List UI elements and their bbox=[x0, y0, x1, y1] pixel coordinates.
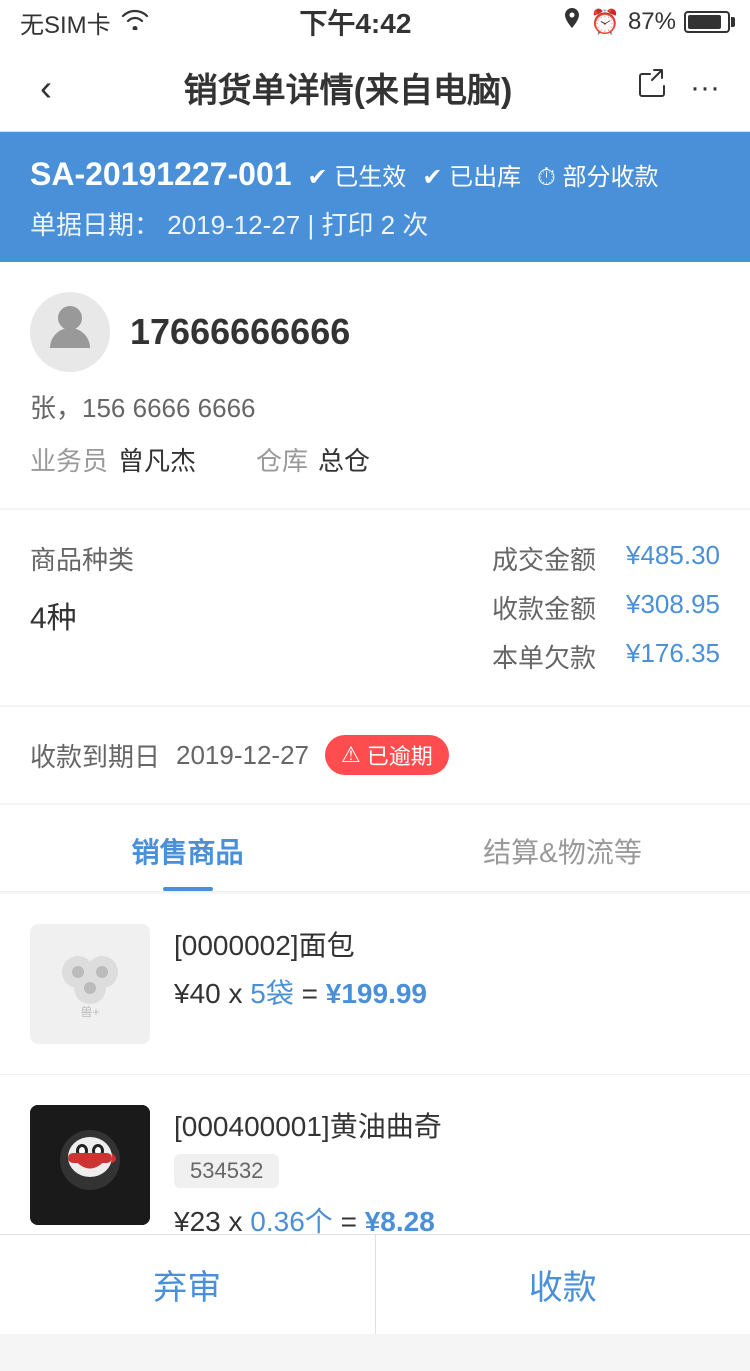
tabs: 销售商品 结算&物流等 bbox=[0, 805, 750, 892]
summary-left: 商品种类 4种 bbox=[30, 540, 134, 675]
tab-settlement[interactable]: 结算&物流等 bbox=[375, 805, 750, 891]
overdue-badge: ⚠ 已逾期 bbox=[325, 735, 449, 775]
battery-percent: 87% bbox=[628, 8, 676, 36]
location-icon bbox=[562, 8, 582, 37]
nav-bar: ‹ 销货单详情(来自电脑) ··· bbox=[0, 44, 750, 132]
summary-section: 商品种类 4种 成交金额 ¥485.30 收款金额 ¥308.95 本单欠款 ¥… bbox=[0, 510, 750, 705]
due-label: 收款到期日 bbox=[30, 737, 160, 774]
svg-text:兽+: 兽+ bbox=[80, 1005, 99, 1019]
status-left: 无SIM卡 bbox=[20, 5, 149, 40]
warehouse-value: 总仓 bbox=[318, 441, 370, 478]
date-label: 单据日期： bbox=[30, 210, 160, 240]
tabs-section: 销售商品 结算&物流等 bbox=[0, 805, 750, 892]
product-info-2: [000400001]黄油曲奇 534532 ¥23 x 0.36个 = ¥8.… bbox=[174, 1105, 720, 1240]
product-unit-price-1: ¥40 bbox=[174, 978, 221, 1009]
warehouse-label: 仓库 bbox=[256, 441, 308, 478]
product-info-1: [0000002]面包 ¥40 x 5袋 = ¥199.99 bbox=[174, 924, 720, 1012]
products-section: 兽+ [0000002]面包 ¥40 x 5袋 = ¥199.99 bbox=[0, 894, 750, 1271]
tab-products-label: 销售商品 bbox=[131, 837, 243, 868]
customer-info: 业务员 曾凡杰 仓库 总仓 bbox=[30, 441, 720, 478]
reject-label: 弃审 bbox=[153, 1260, 221, 1309]
back-button[interactable]: ‹ bbox=[30, 57, 62, 119]
product-total-2: ¥8.28 bbox=[365, 1206, 435, 1237]
deal-label: 成交金额 bbox=[492, 540, 596, 577]
salesperson-value: 曾凡杰 bbox=[118, 441, 196, 478]
sim-status: 无SIM卡 bbox=[20, 5, 111, 40]
more-icon[interactable]: ··· bbox=[690, 71, 720, 105]
avatar-icon bbox=[40, 296, 100, 368]
received-label: 收款金额 bbox=[492, 589, 596, 626]
product-name-2: [000400001]黄油曲奇 bbox=[174, 1105, 720, 1145]
product-total-1: ¥199.99 bbox=[326, 978, 427, 1009]
customer-section: 17666666666 张，156 6666 6666 业务员 曾凡杰 仓库 总… bbox=[0, 262, 750, 508]
avatar bbox=[30, 292, 110, 372]
due-date-value: 2019-12-27 bbox=[176, 740, 309, 771]
deal-amount: ¥485.30 bbox=[626, 540, 720, 577]
owed-label: 本单欠款 bbox=[492, 638, 596, 675]
deal-amount-row: 成交金额 ¥485.30 bbox=[492, 540, 720, 577]
product-sku-2: 534532 bbox=[174, 1153, 720, 1200]
order-id: SA-20191227-001 bbox=[30, 156, 292, 193]
status-time: 下午4:42 bbox=[299, 2, 411, 42]
product-item: 兽+ [0000002]面包 ¥40 x 5袋 = ¥199.99 bbox=[0, 894, 750, 1075]
nav-actions: ··· bbox=[634, 66, 720, 110]
product-qty-1: 5袋 bbox=[250, 978, 294, 1009]
bottom-bar: 弃审 收款 bbox=[0, 1234, 750, 1334]
page-title: 销货单详情(来自电脑) bbox=[184, 63, 513, 112]
product-type-label: 商品种类 bbox=[30, 540, 134, 577]
status-effective: ✔ 已生效 bbox=[308, 157, 407, 192]
order-header: SA-20191227-001 ✔ 已生效 ✔ 已出库 ⏱ 部分收款 单据日期：… bbox=[0, 132, 750, 262]
product-name-1: [0000002]面包 bbox=[174, 924, 720, 964]
date-value: 2019-12-27 bbox=[167, 210, 300, 240]
order-date: 单据日期： 2019-12-27 | 打印 2 次 bbox=[30, 205, 720, 242]
print-info: | 打印 2 次 bbox=[307, 210, 428, 240]
due-section: 收款到期日 2019-12-27 ⚠ 已逾期 bbox=[0, 707, 750, 803]
warehouse-info: 仓库 总仓 bbox=[256, 441, 370, 478]
reject-button[interactable]: 弃审 bbox=[0, 1235, 376, 1334]
owed-amount-row: 本单欠款 ¥176.35 bbox=[492, 638, 720, 675]
customer-sub-info: 张，156 6666 6666 bbox=[30, 388, 720, 425]
overdue-icon: ⚠ bbox=[341, 742, 361, 768]
received-amount: ¥308.95 bbox=[626, 589, 720, 626]
salesperson-info: 业务员 曾凡杰 bbox=[30, 441, 196, 478]
alarm-icon: ⏰ bbox=[590, 8, 620, 37]
collect-label: 收款 bbox=[529, 1260, 597, 1309]
product-qty-2: 0.36个 bbox=[250, 1206, 333, 1237]
product-unit-price-2: ¥23 bbox=[174, 1206, 221, 1237]
status-right: ⏰ 87% bbox=[562, 8, 730, 37]
owed-amount: ¥176.35 bbox=[626, 638, 720, 675]
product-type-count: 4种 bbox=[30, 602, 77, 635]
share-icon[interactable] bbox=[634, 66, 670, 110]
product-price-1: ¥40 x 5袋 = ¥199.99 bbox=[174, 972, 720, 1012]
product-placeholder-1: 兽+ bbox=[30, 924, 150, 1044]
received-amount-row: 收款金额 ¥308.95 bbox=[492, 589, 720, 626]
product-image-1: 兽+ bbox=[30, 924, 150, 1044]
tab-settlement-label: 结算&物流等 bbox=[483, 837, 642, 868]
status-shipped: ✔ 已出库 bbox=[422, 157, 521, 192]
collect-payment-button[interactable]: 收款 bbox=[376, 1235, 750, 1334]
wifi-icon bbox=[121, 8, 149, 37]
overdue-text: 已逾期 bbox=[367, 739, 433, 771]
product-image-2 bbox=[30, 1105, 150, 1225]
salesperson-label: 业务员 bbox=[30, 441, 108, 478]
battery-icon bbox=[684, 11, 730, 33]
status-partial-payment: ⏱ 部分收款 bbox=[537, 157, 658, 192]
summary-right: 成交金额 ¥485.30 收款金额 ¥308.95 本单欠款 ¥176.35 bbox=[492, 540, 720, 675]
tab-products[interactable]: 销售商品 bbox=[0, 805, 375, 891]
customer-phone: 17666666666 bbox=[130, 311, 350, 353]
status-bar: 无SIM卡 下午4:42 ⏰ 87% bbox=[0, 0, 750, 44]
